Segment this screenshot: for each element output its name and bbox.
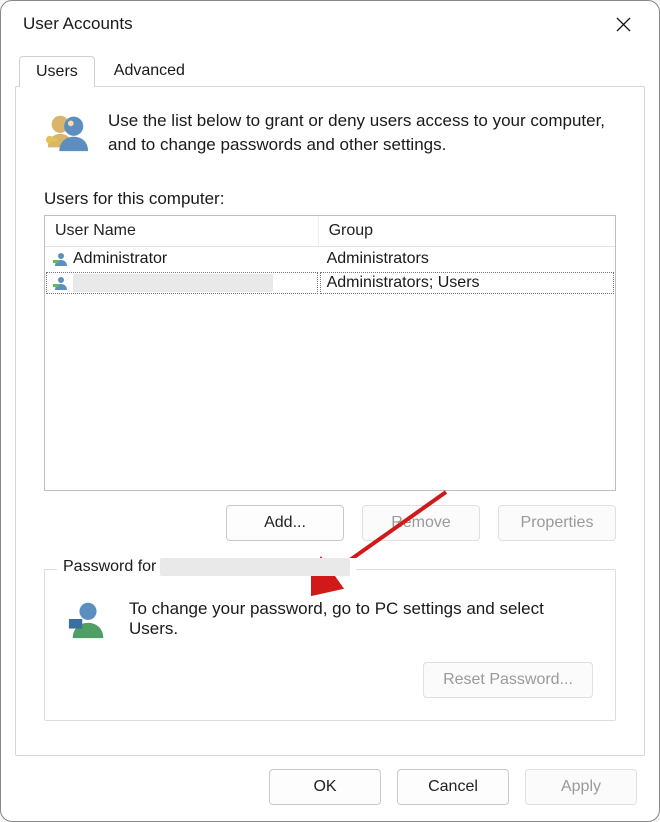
window-title: User Accounts — [23, 14, 601, 34]
users-list-label: Users for this computer: — [44, 189, 616, 209]
user-accounts-window: User Accounts Users Advanced — [0, 0, 660, 822]
row-username-redacted — [73, 274, 273, 292]
user-icon — [53, 251, 69, 267]
ok-button[interactable]: OK — [269, 769, 381, 805]
intro-row: Use the list below to grant or deny user… — [44, 109, 616, 157]
table-row[interactable]: Administrators; Users — [45, 271, 615, 295]
password-legend-redacted — [160, 558, 350, 576]
password-user-icon — [67, 598, 109, 640]
list-header: User Name Group — [45, 216, 615, 247]
properties-button: Properties — [498, 505, 616, 541]
tab-advanced[interactable]: Advanced — [97, 55, 202, 86]
close-button[interactable] — [601, 2, 645, 46]
tab-panel-users: Use the list below to grant or deny user… — [15, 86, 645, 756]
table-row[interactable]: Administrator Administrators — [45, 247, 615, 271]
cancel-button[interactable]: Cancel — [397, 769, 509, 805]
users-icon — [44, 109, 90, 155]
list-button-row: Add... Remove Properties — [44, 505, 616, 541]
tab-strip: Users Advanced — [19, 55, 659, 86]
close-icon — [616, 17, 631, 32]
reset-password-button: Reset Password... — [423, 662, 593, 698]
title-bar: User Accounts — [1, 1, 659, 47]
dialog-button-row: OK Cancel Apply — [269, 769, 637, 805]
tab-users[interactable]: Users — [19, 56, 95, 87]
apply-button: Apply — [525, 769, 637, 805]
user-icon — [53, 275, 69, 291]
column-header-group[interactable]: Group — [319, 216, 615, 246]
password-instruction: To change your password, go to PC settin… — [129, 599, 593, 639]
intro-text: Use the list below to grant or deny user… — [108, 109, 616, 157]
list-body: Administrator Administrators Administrat… — [45, 247, 615, 295]
password-groupbox: Password for To change your password, go… — [44, 569, 616, 721]
row-username: Administrator — [73, 250, 167, 268]
password-legend: Password for — [57, 558, 356, 576]
users-list[interactable]: User Name Group Administrator Administra… — [44, 215, 616, 491]
column-header-username[interactable]: User Name — [45, 216, 319, 246]
remove-button: Remove — [362, 505, 480, 541]
add-button[interactable]: Add... — [226, 505, 344, 541]
row-group: Administrators — [319, 247, 615, 271]
password-legend-prefix: Password for — [63, 558, 156, 576]
row-group: Administrators; Users — [319, 271, 615, 295]
